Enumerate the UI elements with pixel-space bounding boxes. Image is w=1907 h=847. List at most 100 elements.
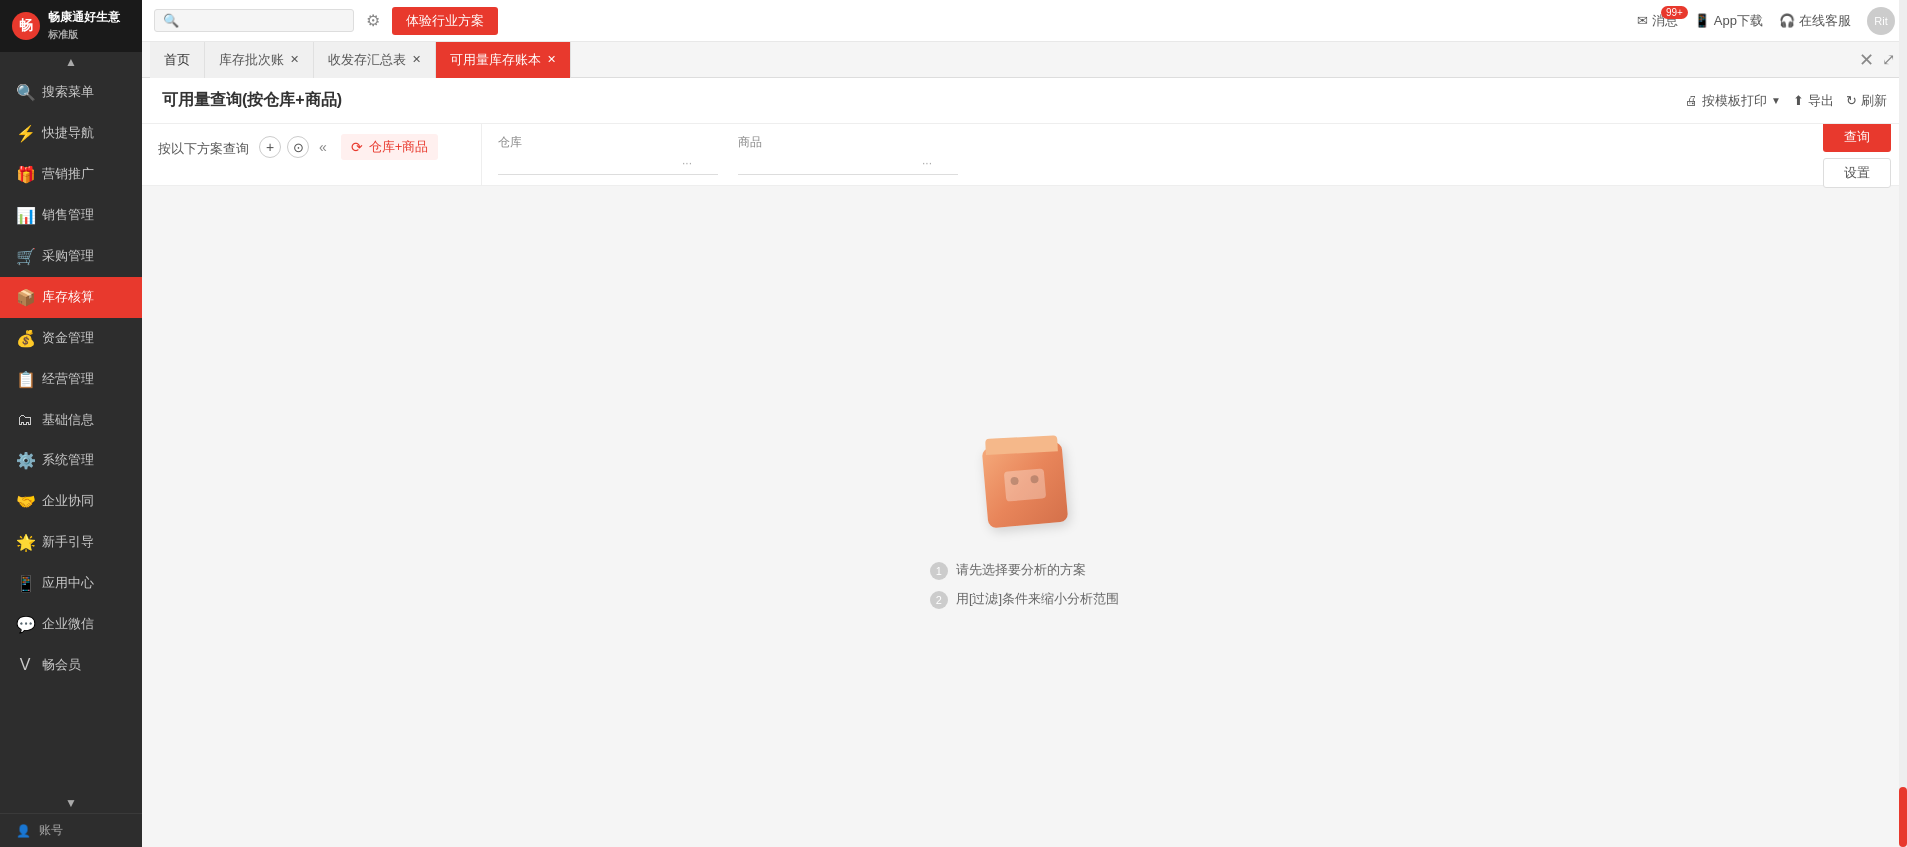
sidebar-item-label: 企业微信 <box>42 615 94 633</box>
search-icon: 🔍 <box>163 13 179 28</box>
search-input[interactable] <box>183 14 323 28</box>
sidebar-item-sales[interactable]: 📊 销售管理 <box>0 195 142 236</box>
print-dropdown-icon[interactable]: ▼ <box>1771 95 1781 106</box>
money-icon: 💰 <box>16 329 34 348</box>
sidebar-item-marketing[interactable]: 🎁 营销推广 <box>0 154 142 195</box>
topbar-search-box: 🔍 <box>154 9 354 32</box>
goods-more-icon[interactable]: ··· <box>922 156 932 170</box>
inventory-icon: 📦 <box>16 288 34 307</box>
scheme-label: 仓库+商品 <box>369 138 429 156</box>
sidebar-item-search[interactable]: 🔍 搜索菜单 <box>0 72 142 113</box>
sidebar-item-label: 库存核算 <box>42 288 94 306</box>
tip-num-1: 1 <box>930 562 948 580</box>
tab-close-batch-ledger[interactable]: ✕ <box>290 53 299 66</box>
sidebar: 畅 畅康通好生意 标准版 ▲ 🔍 搜索菜单 ⚡ 快捷导航 🎁 营销推广 📊 销售… <box>0 0 142 847</box>
expand-tab-icon[interactable]: ⤢ <box>1882 50 1895 69</box>
download-icon: 📱 <box>1694 13 1710 28</box>
sidebar-item-shortcut[interactable]: ⚡ 快捷导航 <box>0 113 142 154</box>
warehouse-input-box: ··· <box>498 155 718 175</box>
scheme-list: ⟳ 仓库+商品 <box>341 134 439 160</box>
warehouse-field-group: 仓库 ··· <box>498 134 718 175</box>
empty-box-graphic <box>981 441 1068 528</box>
empty-tip-1: 1 请先选择要分析的方案 <box>930 561 1119 580</box>
refresh-icon: ↻ <box>1846 93 1857 108</box>
goods-field-group: 商品 ··· <box>738 134 958 175</box>
goods-input[interactable] <box>738 155 918 170</box>
filter-right: 仓库 ··· 商品 ··· <box>482 124 1907 185</box>
sidebar-item-basic[interactable]: 🗂 基础信息 <box>0 400 142 440</box>
industry-btn[interactable]: 体验行业方案 <box>392 7 498 35</box>
export-btn[interactable]: ⬆ 导出 <box>1793 92 1834 110</box>
goods-label: 商品 <box>738 134 958 151</box>
message-badge: 99+ <box>1661 6 1688 19</box>
sidebar-item-purchase[interactable]: 🛒 采购管理 <box>0 236 142 277</box>
message-btn[interactable]: ✉ 消息 99+ <box>1637 12 1678 30</box>
sidebar-scroll-up[interactable]: ▲ <box>0 52 142 72</box>
settings-gear-icon[interactable]: ⚙ <box>362 7 384 34</box>
export-icon: ⬆ <box>1793 93 1804 108</box>
tab-available-ledger[interactable]: 可用量库存账本 ✕ <box>436 42 571 78</box>
user-icon: 👤 <box>16 824 31 838</box>
filter-left: 按以下方案查询 + ⊙ « ⟳ 仓库+商品 <box>142 124 482 185</box>
app-title: 畅康通好生意 标准版 <box>48 10 120 42</box>
tab-home[interactable]: 首页 <box>150 42 205 78</box>
tab-close-collect-ledger[interactable]: ✕ <box>412 53 421 66</box>
warehouse-label: 仓库 <box>498 134 718 151</box>
online-service-btn[interactable]: 🎧 在线客服 <box>1779 12 1851 30</box>
right-scrollbar[interactable] <box>1899 0 1907 847</box>
sidebar-footer[interactable]: 👤 账号 <box>0 813 142 847</box>
tip-text-2: 用[过滤]条件来缩小分析范围 <box>956 590 1119 608</box>
tab-batch-ledger[interactable]: 库存批次账 ✕ <box>205 42 314 78</box>
sidebar-item-finance[interactable]: 💰 资金管理 <box>0 318 142 359</box>
page-header: 可用量查询(按仓库+商品) 🖨 按模板打印 ▼ ⬆ 导出 ↻ 刷新 <box>142 78 1907 124</box>
sidebar-item-system[interactable]: ⚙️ 系统管理 <box>0 440 142 481</box>
cart-icon: 🛒 <box>16 247 34 266</box>
filter-label: 按以下方案查询 <box>158 134 249 158</box>
sidebar-item-label: 企业协同 <box>42 492 94 510</box>
app-download-btn[interactable]: 📱 App下载 <box>1694 12 1763 30</box>
sidebar-scroll-down[interactable]: ▼ <box>0 793 142 813</box>
lightning-icon: ⚡ <box>16 124 34 143</box>
chart-icon: 📊 <box>16 206 34 225</box>
sidebar-item-member[interactable]: V 畅会员 <box>0 645 142 685</box>
filter-add-btn[interactable]: + <box>259 136 281 158</box>
topbar-right: ✉ 消息 99+ 📱 App下载 🎧 在线客服 Rit <box>1637 7 1895 35</box>
scheme-item-warehouse-goods[interactable]: ⟳ 仓库+商品 <box>341 134 439 160</box>
page-actions: 🖨 按模板打印 ▼ ⬆ 导出 ↻ 刷新 <box>1685 92 1887 110</box>
sidebar-item-label: 资金管理 <box>42 329 94 347</box>
sidebar-item-enterprise[interactable]: 🤝 企业协同 <box>0 481 142 522</box>
empty-illustration <box>965 425 1085 545</box>
tab-collect-ledger[interactable]: 收发存汇总表 ✕ <box>314 42 436 78</box>
sidebar-item-label: 系统管理 <box>42 451 94 469</box>
sidebar-item-label: 经营管理 <box>42 370 94 388</box>
sidebar-item-inventory[interactable]: 📦 库存核算 <box>0 277 142 318</box>
sidebar-item-label: 畅会员 <box>42 656 81 674</box>
close-all-tabs-icon[interactable]: ✕ <box>1859 49 1874 71</box>
query-btn[interactable]: 查询 <box>1823 124 1891 152</box>
refresh-btn[interactable]: ↻ 刷新 <box>1846 92 1887 110</box>
page-title: 可用量查询(按仓库+商品) <box>162 90 342 111</box>
filter-setting-btn[interactable]: ⊙ <box>287 136 309 158</box>
sidebar-item-label: 采购管理 <box>42 247 94 265</box>
gift-icon: 🎁 <box>16 165 34 184</box>
main-area: 🔍 ⚙ 体验行业方案 ✉ 消息 99+ 📱 App下载 🎧 在线客服 Rit <box>142 0 1907 847</box>
warehouse-input[interactable] <box>498 155 678 170</box>
sidebar-nav: 🔍 搜索菜单 ⚡ 快捷导航 🎁 营销推广 📊 销售管理 🛒 采购管理 📦 库存核… <box>0 72 142 793</box>
tab-close-available-ledger[interactable]: ✕ <box>547 53 556 66</box>
sidebar-item-newguide[interactable]: 🌟 新手引导 <box>0 522 142 563</box>
sidebar-item-operation[interactable]: 📋 经营管理 <box>0 359 142 400</box>
sidebar-item-label: 营销推广 <box>42 165 94 183</box>
template-print-btn[interactable]: 🖨 按模板打印 ▼ <box>1685 92 1781 110</box>
service-icon: 🎧 <box>1779 13 1795 28</box>
sidebar-item-appcenter[interactable]: 📱 应用中心 <box>0 563 142 604</box>
filter-row: 按以下方案查询 + ⊙ « ⟳ 仓库+商品 仓库 <box>142 124 1907 186</box>
goods-input-box: ··· <box>738 155 958 175</box>
sidebar-item-wechat[interactable]: 💬 企业微信 <box>0 604 142 645</box>
sidebar-item-label: 应用中心 <box>42 574 94 592</box>
action-buttons: 查询 设置 <box>1823 124 1907 185</box>
filter-collapse-btn[interactable]: « <box>315 137 331 157</box>
sidebar-item-label: 快捷导航 <box>42 124 94 142</box>
setting-btn[interactable]: 设置 <box>1823 158 1891 188</box>
warehouse-more-icon[interactable]: ··· <box>682 156 692 170</box>
avatar[interactable]: Rit <box>1867 7 1895 35</box>
